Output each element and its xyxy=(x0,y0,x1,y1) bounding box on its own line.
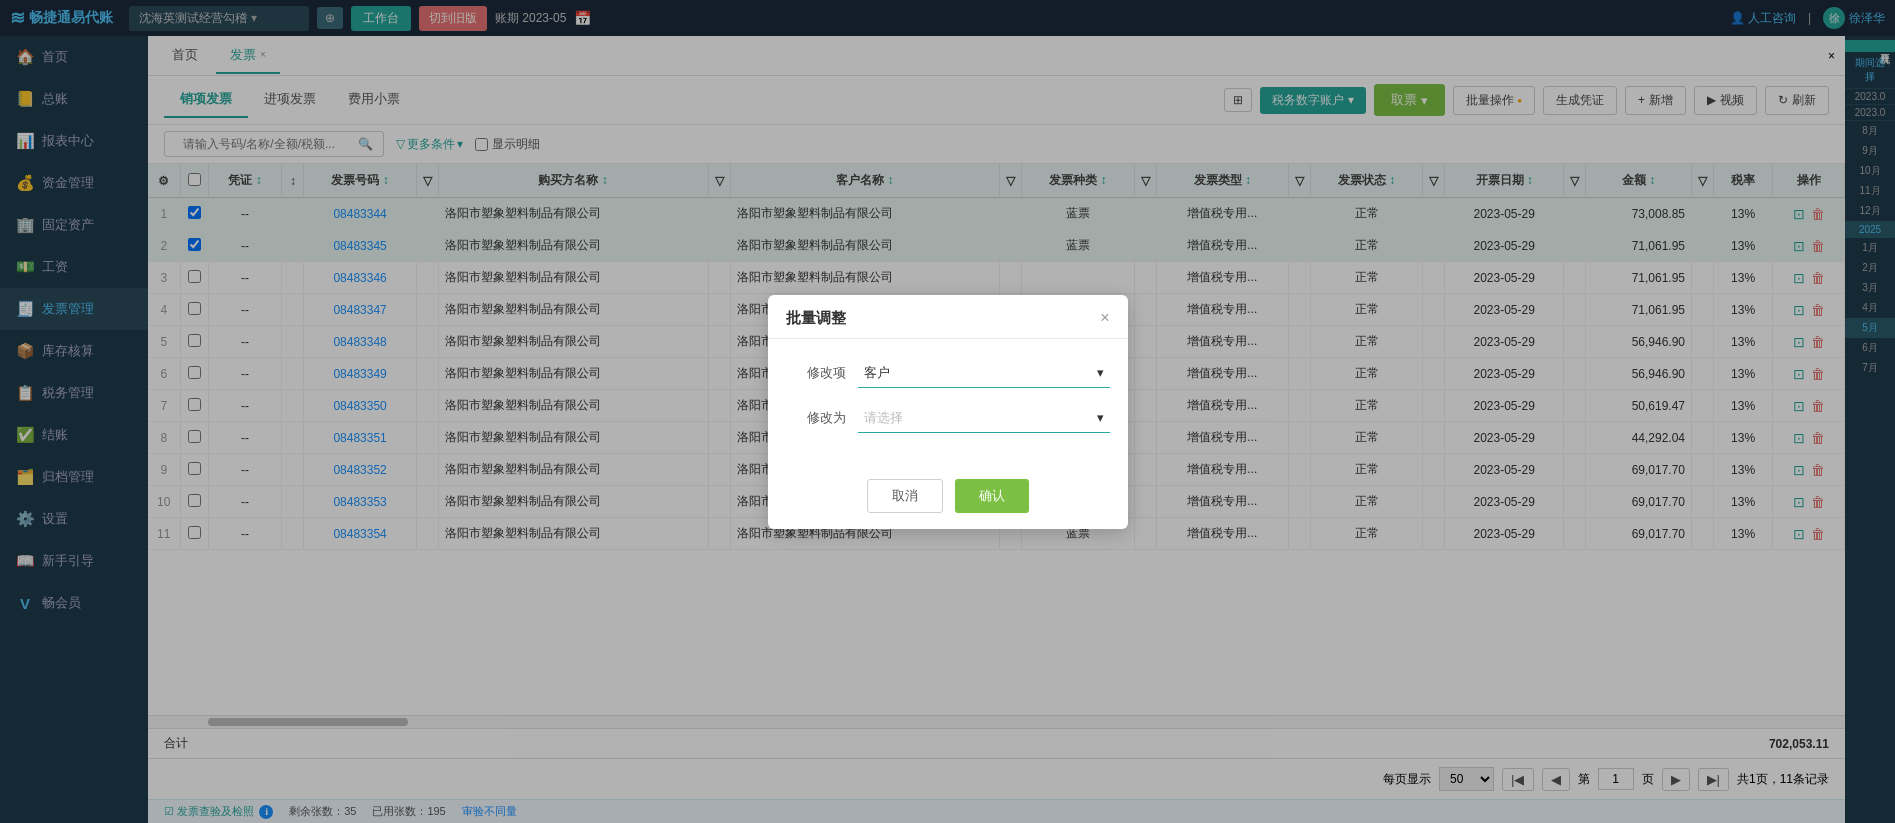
value-dropdown-icon: ▾ xyxy=(1097,410,1104,425)
modal-footer: 取消 确认 xyxy=(768,469,1128,529)
field-value: 客户 xyxy=(864,364,890,382)
value-select[interactable]: 请选择 ▾ xyxy=(858,404,1110,433)
value-label: 修改为 xyxy=(786,409,846,427)
field-dropdown-icon: ▾ xyxy=(1097,365,1104,380)
cancel-btn[interactable]: 取消 xyxy=(867,479,943,513)
form-row-field: 修改项 客户 ▾ xyxy=(786,359,1110,388)
modal-header: 批量调整 × xyxy=(768,295,1128,339)
confirm-btn[interactable]: 确认 xyxy=(955,479,1029,513)
field-select[interactable]: 客户 ▾ xyxy=(858,359,1110,388)
modal-close-btn[interactable]: × xyxy=(1100,309,1109,327)
form-row-value: 修改为 请选择 ▾ xyxy=(786,404,1110,433)
batch-adjust-modal: 批量调整 × 修改项 客户 ▾ 修改为 请选择 ▾ 取消 确认 xyxy=(768,295,1128,529)
modal-body: 修改项 客户 ▾ 修改为 请选择 ▾ xyxy=(768,339,1128,469)
field-label: 修改项 xyxy=(786,364,846,382)
modal-title: 批量调整 xyxy=(786,309,846,328)
value-placeholder: 请选择 xyxy=(864,409,903,427)
modal-overlay: 批量调整 × 修改项 客户 ▾ 修改为 请选择 ▾ 取消 确认 xyxy=(0,0,1895,823)
